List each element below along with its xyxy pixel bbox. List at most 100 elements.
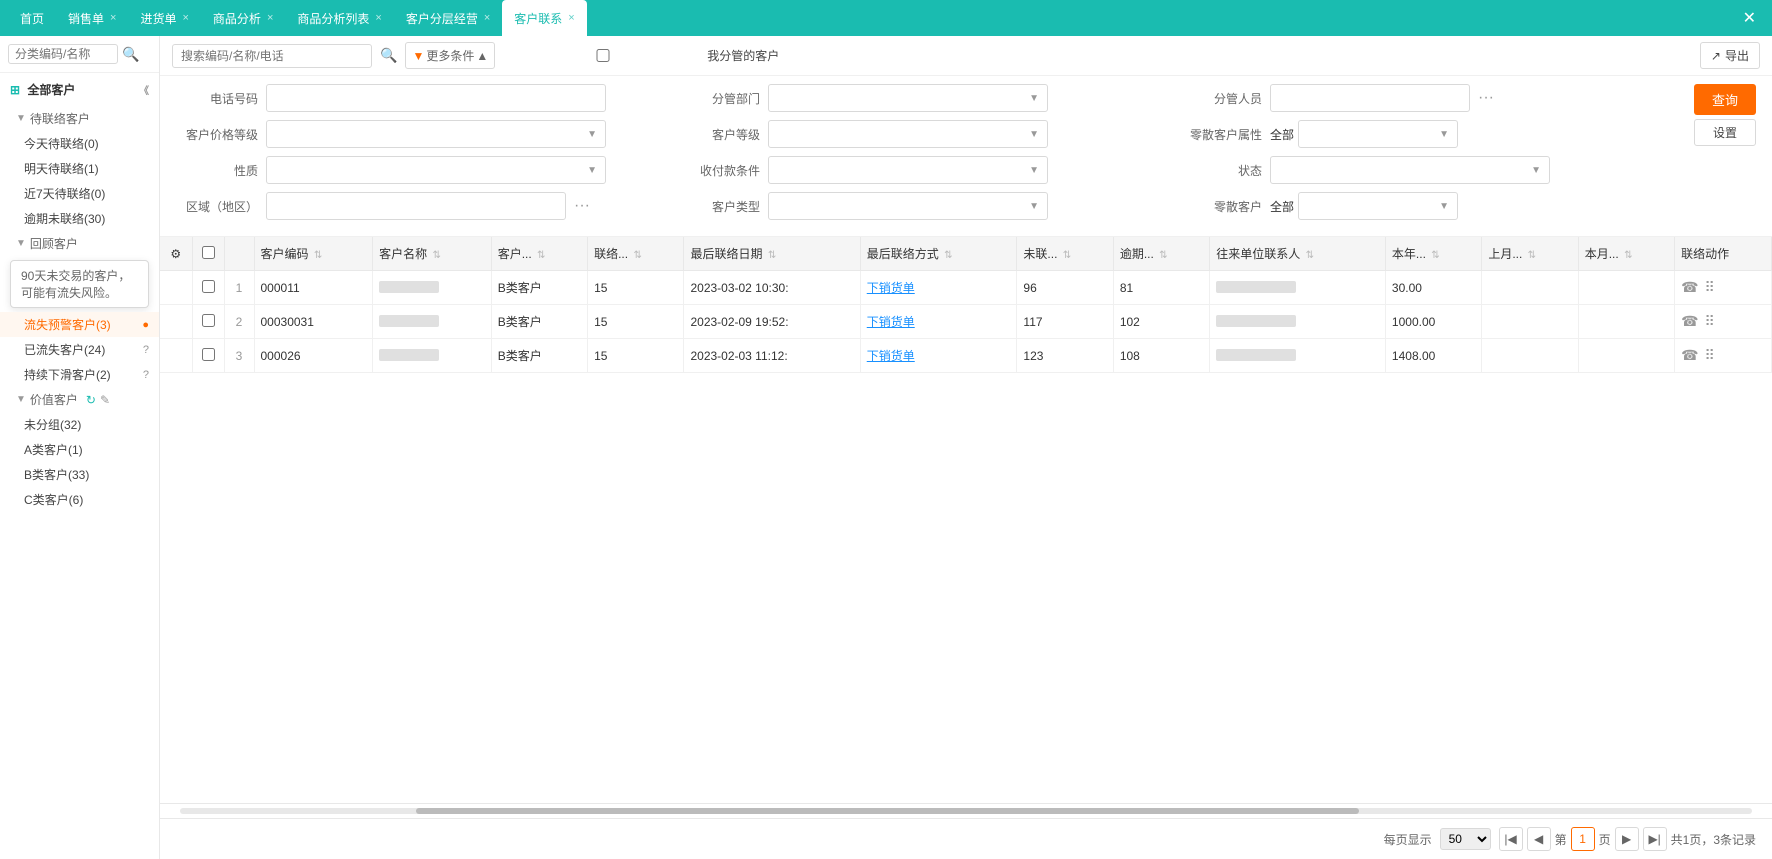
col-overdue[interactable]: 逾期... ⇅ (1113, 237, 1209, 271)
my-customers-check[interactable] (503, 49, 703, 62)
tab-customer-tier[interactable]: 客户分层经营 × (394, 0, 502, 36)
sidebar-item-tomorrow[interactable]: 明天待联络(1) (0, 156, 159, 181)
row-check[interactable] (202, 280, 215, 293)
row-checkbox[interactable] (192, 271, 224, 305)
sidebar-group-review[interactable]: ▼ 回顾客户 (0, 231, 159, 256)
more-dots-button-2[interactable]: ··· (566, 197, 598, 215)
home-tab[interactable]: 首页 (8, 0, 56, 36)
row-checkbox[interactable] (192, 339, 224, 373)
search-button[interactable]: 🔍 (380, 47, 397, 64)
row-checkbox[interactable] (192, 305, 224, 339)
sidebar-item-a-class[interactable]: A类客户(1) (0, 437, 159, 462)
customer-type-select[interactable]: ▼ (768, 192, 1048, 220)
col-this-year[interactable]: 本年... ⇅ (1385, 237, 1481, 271)
contact-icon[interactable]: ☎ (1681, 347, 1698, 364)
row-check[interactable] (202, 348, 215, 361)
zero-attr-select[interactable]: ▼ (1298, 120, 1458, 148)
sidebar-item-declining[interactable]: 持续下滑客户(2) ? (0, 362, 159, 387)
more-action-icon[interactable]: ⠿ (1705, 313, 1715, 330)
sidebar-item-b-class[interactable]: B类客户(33) (0, 462, 159, 487)
scroll-track[interactable] (180, 808, 1752, 814)
row-this-month (1578, 339, 1674, 373)
col-uncontacted[interactable]: 未联... ⇅ (1017, 237, 1113, 271)
scroll-thumb[interactable] (416, 808, 1359, 814)
total-info: 共1页，3条记录 (1671, 831, 1756, 848)
sidebar-item-churned[interactable]: 已流失客户(24) ? (0, 337, 159, 362)
row-last-method[interactable]: 下销货单 (860, 305, 1017, 339)
sidebar-item-churn-warning[interactable]: 流失预警客户(3) ● (0, 312, 159, 337)
search-input[interactable] (172, 44, 372, 68)
sidebar-item-7days[interactable]: 近7天待联络(0) (0, 181, 159, 206)
col-name[interactable]: 客户名称 ⇅ (373, 237, 492, 271)
phone-input[interactable] (266, 84, 606, 112)
tab-customer-contact[interactable]: 客户联系 × (502, 0, 586, 36)
next-page-button[interactable]: ▶ (1615, 827, 1639, 851)
sidebar-all-customers[interactable]: ⊞ 全部客户 《 (0, 73, 159, 106)
col-last-date[interactable]: 最后联络日期 ⇅ (684, 237, 860, 271)
price-level-select[interactable]: ▼ (266, 120, 606, 148)
col-this-month[interactable]: 本月... ⇅ (1578, 237, 1674, 271)
close-icon[interactable]: × (375, 12, 381, 24)
arrow-icon: ▼ (16, 394, 26, 405)
first-page-button[interactable]: |◀ (1499, 827, 1523, 851)
page-number[interactable]: 1 (1571, 827, 1595, 851)
settings-button[interactable]: 设置 (1694, 119, 1756, 146)
status-select[interactable]: ▼ (1270, 156, 1550, 184)
contact-icon[interactable]: ☎ (1681, 313, 1698, 330)
select-all-checkbox[interactable] (202, 246, 215, 259)
sidebar-group-pending[interactable]: ▼ 待联络客户 (0, 106, 159, 131)
contact-icon[interactable]: ☎ (1681, 279, 1698, 296)
col-unit-contact[interactable]: 往来单位联系人 ⇅ (1210, 237, 1386, 271)
sidebar-group-value[interactable]: ▼ 价值客户 ↻ ✎ (0, 387, 159, 412)
payment-select[interactable]: ▼ (768, 156, 1048, 184)
customer-level-select[interactable]: ▼ (768, 120, 1048, 148)
close-icon[interactable]: × (182, 12, 188, 24)
gender-select[interactable]: ▼ (266, 156, 606, 184)
prev-page-button[interactable]: ◀ (1527, 827, 1551, 851)
sidebar-item-ungrouped[interactable]: 未分组(32) (0, 412, 159, 437)
col-customer-type[interactable]: 客户... ⇅ (491, 237, 587, 271)
row-uncontacted: 123 (1017, 339, 1113, 373)
close-icon[interactable]: × (110, 12, 116, 24)
col-code[interactable]: 客户编码 ⇅ (254, 237, 373, 271)
more-dots-button[interactable]: ··· (1470, 89, 1502, 107)
more-action-icon[interactable]: ⠿ (1705, 279, 1715, 296)
sidebar-item-overdue[interactable]: 逾期未联络(30) (0, 206, 159, 231)
filter-person: 分管人员 ··· (1180, 84, 1682, 112)
sidebar-item-today[interactable]: 今天待联络(0) (0, 131, 159, 156)
edit-icon[interactable]: ✎ (100, 393, 110, 407)
close-icon[interactable]: × (267, 12, 273, 24)
col-last-month[interactable]: 上月... ⇅ (1482, 237, 1578, 271)
zero-customer-select[interactable]: ▼ (1298, 192, 1458, 220)
more-conditions-button[interactable]: ▼ 更多条件 ▲ (405, 42, 495, 69)
col-checkbox[interactable] (192, 237, 224, 271)
row-last-method[interactable]: 下销货单 (860, 339, 1017, 373)
tab-sales[interactable]: 销售单 × (56, 0, 128, 36)
export-button[interactable]: ↗ 导出 (1700, 42, 1760, 69)
sidebar-item-c-class[interactable]: C类客户(6) (0, 487, 159, 512)
phone-label: 电话号码 (176, 90, 266, 107)
query-button[interactable]: 查询 (1694, 84, 1756, 115)
sidebar-search-input[interactable] (8, 44, 118, 64)
last-page-button[interactable]: ▶| (1643, 827, 1667, 851)
region-input[interactable] (266, 192, 566, 220)
more-action-icon[interactable]: ⠿ (1705, 347, 1715, 364)
department-select[interactable]: ▼ (768, 84, 1048, 112)
close-icon[interactable]: × (484, 12, 490, 24)
horizontal-scrollbar[interactable] (160, 803, 1772, 818)
row-check[interactable] (202, 314, 215, 327)
per-page-select[interactable]: 50 20 100 (1440, 828, 1491, 850)
refresh-icon[interactable]: ↻ (86, 393, 96, 407)
row-last-method[interactable]: 下销货单 (860, 271, 1017, 305)
col-last-method[interactable]: 最后联络方式 ⇅ (860, 237, 1017, 271)
col-settings[interactable]: ⚙ (160, 237, 192, 271)
col-contact[interactable]: 联络... ⇅ (588, 237, 684, 271)
tab-analysis-list[interactable]: 商品分析列表 × (285, 0, 393, 36)
tab-purchase[interactable]: 进货单 × (128, 0, 200, 36)
row-action: ☎ ⠿ (1675, 339, 1772, 373)
person-input[interactable] (1270, 84, 1470, 112)
close-icon[interactable]: × (568, 12, 574, 24)
window-close-button[interactable]: ✕ (1735, 8, 1764, 28)
tab-analysis[interactable]: 商品分析 × (201, 0, 285, 36)
my-customers-checkbox[interactable]: 我分管的客户 (503, 47, 779, 64)
